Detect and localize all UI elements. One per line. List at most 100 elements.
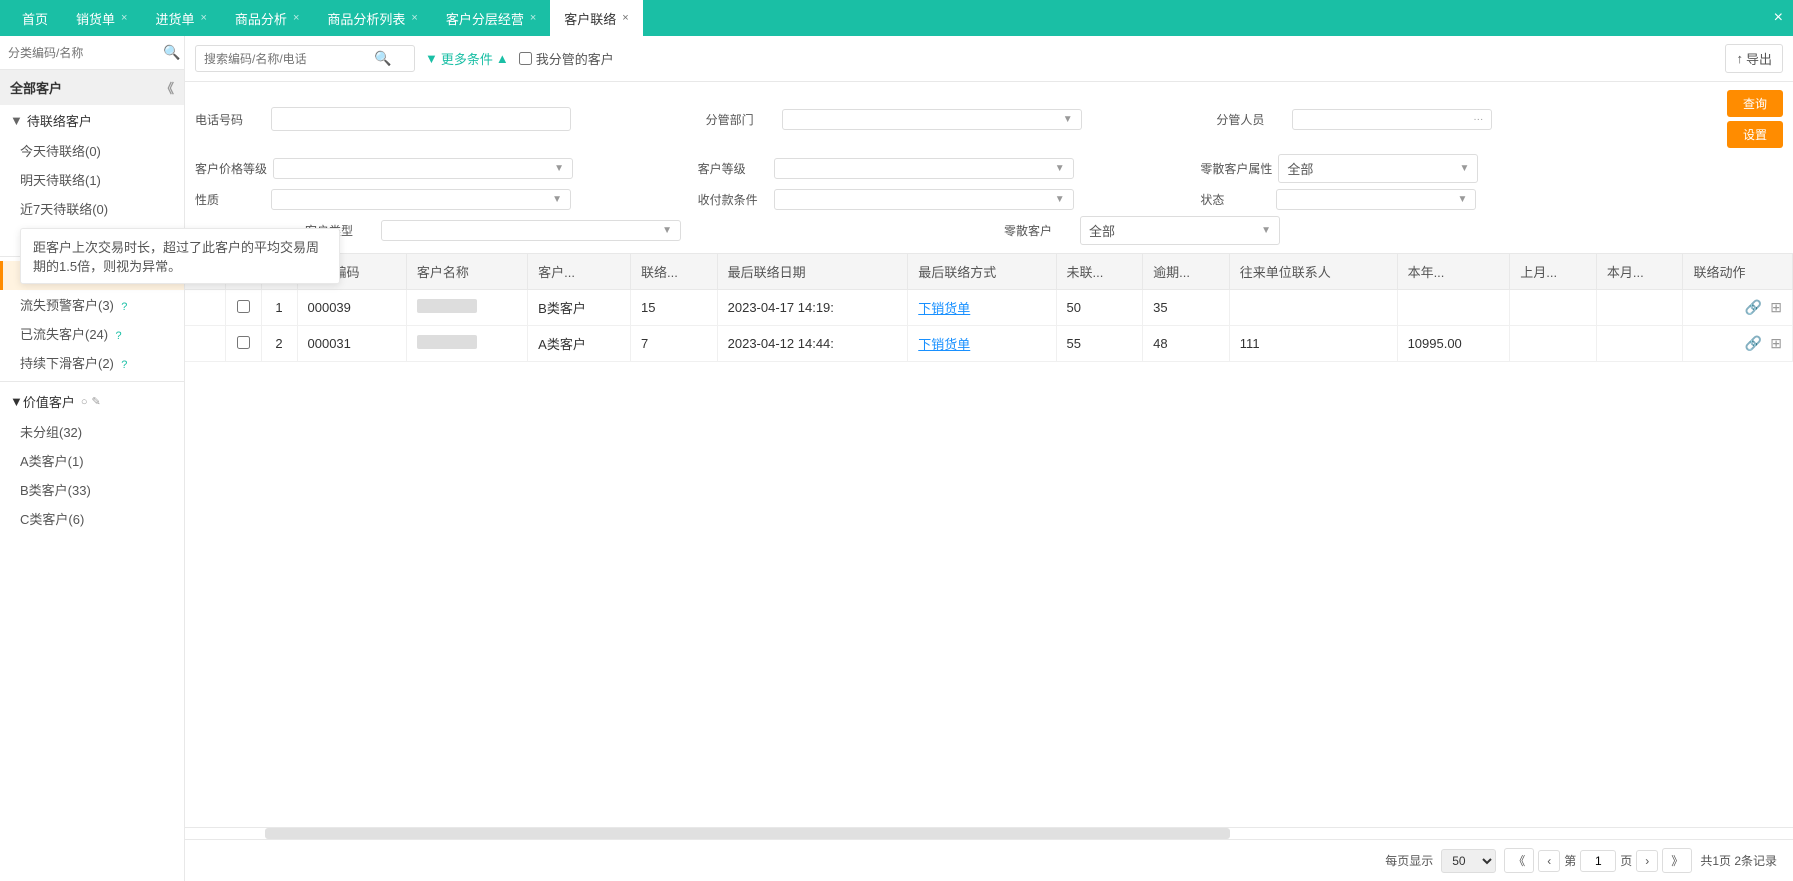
manager-select[interactable]: ··· [1292,109,1492,130]
table-row: 2 000031 A类客户 7 [185,326,1793,362]
close-sales-tab[interactable]: × [121,12,127,24]
row2-actions: 🔗 ⊞ [1683,326,1793,362]
row2-name [406,326,527,362]
close-customer-contact-tab[interactable]: × [622,12,628,24]
row2-grid-icon[interactable]: ⊞ [1770,335,1782,352]
lost-preview-info-icon[interactable]: ? [121,301,127,313]
phone-input[interactable] [271,107,571,131]
main-search-icon[interactable]: 🔍 [374,50,391,67]
retail-customer-select[interactable]: 全部 ▼ [1080,216,1280,245]
settings-button[interactable]: 设置 [1727,121,1783,148]
retail-attr-label: 零散客户属性 [1200,160,1272,177]
payment-caret-icon: ▼ [1055,194,1065,205]
page-next-btn[interactable]: › [1636,850,1658,872]
row1-checkbox[interactable] [237,300,250,313]
customer-type-caret-icon: ▼ [662,225,672,236]
page-number-input[interactable] [1580,850,1616,872]
all-customers-header[interactable]: 全部客户 《 [0,70,184,105]
sidebar-item-7days[interactable]: 近7天待联络(0) [0,194,184,223]
already-lost-info-icon[interactable]: ? [115,330,121,342]
page-prev-btn[interactable]: ‹ [1538,850,1560,872]
sidebar-item-class-b[interactable]: B类客户(33) [0,475,184,504]
my-customers-checkbox[interactable] [519,52,532,65]
sidebar-item-continuous-down[interactable]: 持续下滑客户(2) ? [0,348,184,377]
nav-tab-product-list[interactable]: 商品分析列表 × [313,0,431,36]
value-customer-label: 价值客户 [23,392,75,411]
row2-last-month [1510,326,1597,362]
sidebar-item-unclassified[interactable]: 未分组(32) [0,417,184,446]
pending-contact-label: 待联络客户 [27,111,92,130]
customer-level-select[interactable]: ▼ [774,158,1074,179]
row2-link-icon[interactable]: 🔗 [1745,335,1762,352]
sidebar-search-input[interactable] [8,46,163,60]
row2-last-contact-method-link[interactable]: 下销货单 [918,337,970,352]
retail-attr-select[interactable]: 全部 ▼ [1278,154,1478,183]
row2-overdue: 48 [1143,326,1230,362]
sidebar-item-class-a[interactable]: A类客户(1) [0,446,184,475]
table-area: ⚙ # 客户编码 客户名称 客户... [185,254,1793,827]
sidebar-collapse-icon[interactable]: 《 [161,78,174,97]
nav-tab-sales[interactable]: 销货单 × [62,0,141,36]
close-product-list-tab[interactable]: × [411,12,417,24]
data-table: ⚙ # 客户编码 客户名称 客户... [185,254,1793,362]
sidebar-item-lost-preview[interactable]: 流失预警客户(3) ? [0,290,184,319]
row2-contact-count: 7 [631,326,718,362]
pending-contact-group[interactable]: ▼ 待联络客户 [0,105,184,136]
nav-tab-home[interactable]: 首页 [8,0,62,36]
retail-customer-caret-icon: ▼ [1261,225,1271,236]
status-caret-icon: ▼ [1457,194,1467,205]
filter-cell-dept: 分管部门 ▼ [706,109,1207,130]
row1-link-icon[interactable]: 🔗 [1745,299,1762,316]
value-customer-edit-icon[interactable]: ○ [81,396,88,408]
sidebar-search-bar: 🔍 [0,36,184,70]
value-customer-group[interactable]: ▼ 价值客户 ○ ✎ [0,386,184,417]
filter-row-2: 客户价格等级 ▼ 客户等级 ▼ 零散客户属性 全部 [195,154,1783,183]
close-purchase-tab[interactable]: × [200,12,206,24]
query-button[interactable]: 查询 [1727,90,1783,117]
close-product-analysis-tab[interactable]: × [293,12,299,24]
row1-overdue: 35 [1143,290,1230,326]
filter-cell-customer-type: 客户类型 ▼ [305,220,994,241]
row2-checkbox[interactable] [237,336,250,349]
customer-type-select[interactable]: ▼ [381,220,681,241]
col-header-last-month: 上月... [1510,254,1597,290]
close-all-tabs[interactable]: × [1774,9,1783,27]
payment-label: 收付款条件 [698,191,768,208]
sidebar-item-tomorrow[interactable]: 明天待联络(1) [0,165,184,194]
value-customer-config-icon[interactable]: ✎ [92,395,101,408]
repurchase-tooltip: 距客户上次交易时长，超过了此客户的平均交易周期的1.5倍，则视为异常。 [20,228,185,284]
more-conditions-btn[interactable]: ▼ 更多条件 ▲ [425,49,509,68]
price-level-select[interactable]: ▼ [273,158,573,179]
horizontal-scrollbar[interactable] [185,827,1793,839]
row1-grid-icon[interactable]: ⊞ [1770,299,1782,316]
sidebar-search-icon[interactable]: 🔍 [163,44,180,61]
per-page-select[interactable]: 50 20 100 [1441,849,1496,873]
sidebar-item-today[interactable]: 今天待联络(0) [0,136,184,165]
row1-unit-contact [1229,290,1397,326]
dept-select[interactable]: ▼ [782,109,1082,130]
nav-tab-customer-tier[interactable]: 客户分层经营 × [432,0,550,36]
filter-cell-payment: 收付款条件 ▼ [698,189,1191,210]
scrollbar-thumb[interactable] [265,828,1230,839]
filter-cell-customer-level: 客户等级 ▼ [698,158,1191,179]
nav-tab-purchase[interactable]: 进货单 × [141,0,220,36]
sidebar-item-class-c[interactable]: C类客户(6) [0,504,184,533]
col-header-unit-contact: 往来单位联系人 [1229,254,1397,290]
payment-select[interactable]: ▼ [774,189,1074,210]
export-button[interactable]: ↑ 导出 [1725,44,1783,73]
row1-last-contact-method-link[interactable]: 下销货单 [918,301,970,316]
sidebar-item-already-lost[interactable]: 已流失客户(24) ? [0,319,184,348]
phone-label: 电话号码 [195,111,265,128]
nav-tab-customer-contact[interactable]: 客户联络 × [550,0,642,36]
close-customer-tier-tab[interactable]: × [530,12,536,24]
continuous-down-info-icon[interactable]: ? [121,359,127,371]
page-last-btn[interactable]: 》 [1662,848,1692,873]
page-first-btn[interactable]: 《 [1504,848,1534,873]
main-search-input[interactable] [204,52,374,66]
row2-last-contact-date: 2023-04-12 14:44: [717,326,908,362]
nature-select[interactable]: ▼ [271,189,571,210]
row2-checkbox-cell [225,326,261,362]
nav-tab-product-analysis[interactable]: 商品分析 × [221,0,313,36]
status-select[interactable]: ▼ [1276,189,1476,210]
row1-unread: 50 [1056,290,1143,326]
